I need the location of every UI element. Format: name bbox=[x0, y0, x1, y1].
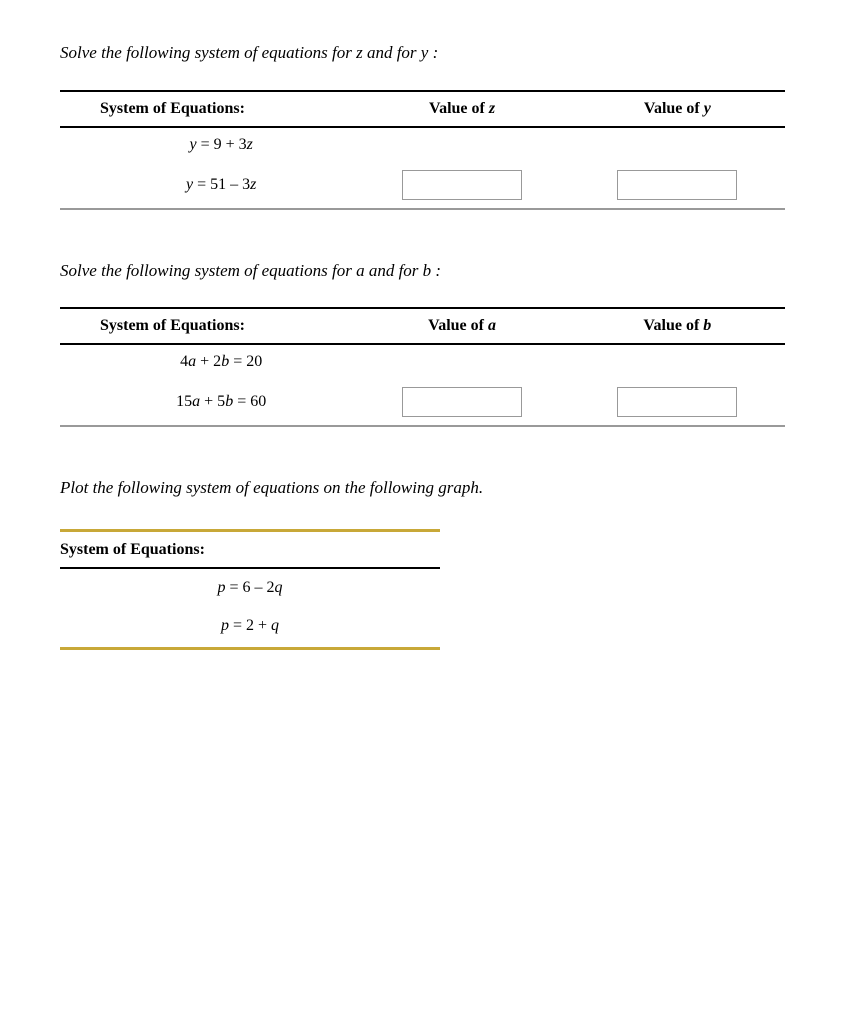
problem-3-table: System of Equations: p = 6 – 2q p = 2 + … bbox=[60, 529, 440, 650]
value-z-cell bbox=[354, 127, 569, 162]
problem-2-section: Solve the following system of equations … bbox=[60, 258, 785, 428]
problem-1-table: System of Equations: Value of z Value of… bbox=[60, 90, 785, 210]
problem-2-instruction: Solve the following system of equations … bbox=[60, 258, 785, 284]
table-row: y = 9 + 3z bbox=[60, 127, 785, 162]
col1-header: System of Equations: bbox=[60, 91, 354, 127]
problem-1-instruction: Solve the following system of equations … bbox=[60, 40, 785, 66]
value-a-input-cell bbox=[354, 379, 569, 426]
value-y-input-cell bbox=[570, 162, 785, 209]
problem-3-instruction: Plot the following system of equations o… bbox=[60, 475, 785, 501]
b-answer-input[interactable] bbox=[617, 387, 737, 417]
table-row: 4a + 2b = 20 bbox=[60, 344, 785, 379]
value-z-input-cell bbox=[354, 162, 569, 209]
equation-cell: p = 6 – 2q bbox=[60, 568, 440, 607]
col3-header: Value of y bbox=[570, 91, 785, 127]
problem-3-section: Plot the following system of equations o… bbox=[60, 475, 785, 650]
col2-header: Value of a bbox=[354, 308, 569, 344]
problem-2-table: System of Equations: Value of a Value of… bbox=[60, 307, 785, 427]
col3-header: Value of b bbox=[570, 308, 785, 344]
table-row: y = 51 – 3z bbox=[60, 162, 785, 209]
equation-cell: y = 9 + 3z bbox=[60, 127, 354, 162]
value-b-cell bbox=[570, 344, 785, 379]
z-answer-input[interactable] bbox=[402, 170, 522, 200]
value-b-input-cell bbox=[570, 379, 785, 426]
equation-cell: p = 2 + q bbox=[60, 607, 440, 645]
table-row: p = 6 – 2q bbox=[60, 568, 440, 607]
col1-header: System of Equations: bbox=[60, 533, 440, 568]
y-answer-input[interactable] bbox=[617, 170, 737, 200]
table-row: p = 2 + q bbox=[60, 607, 440, 645]
equation-cell: y = 51 – 3z bbox=[60, 162, 354, 209]
value-y-cell bbox=[570, 127, 785, 162]
problem-1-section: Solve the following system of equations … bbox=[60, 40, 785, 210]
equation-cell: 15a + 5b = 60 bbox=[60, 379, 354, 426]
table-row: 15a + 5b = 60 bbox=[60, 379, 785, 426]
value-a-cell bbox=[354, 344, 569, 379]
col2-header: Value of z bbox=[354, 91, 569, 127]
equation-cell: 4a + 2b = 20 bbox=[60, 344, 354, 379]
col1-header: System of Equations: bbox=[60, 308, 354, 344]
a-answer-input[interactable] bbox=[402, 387, 522, 417]
